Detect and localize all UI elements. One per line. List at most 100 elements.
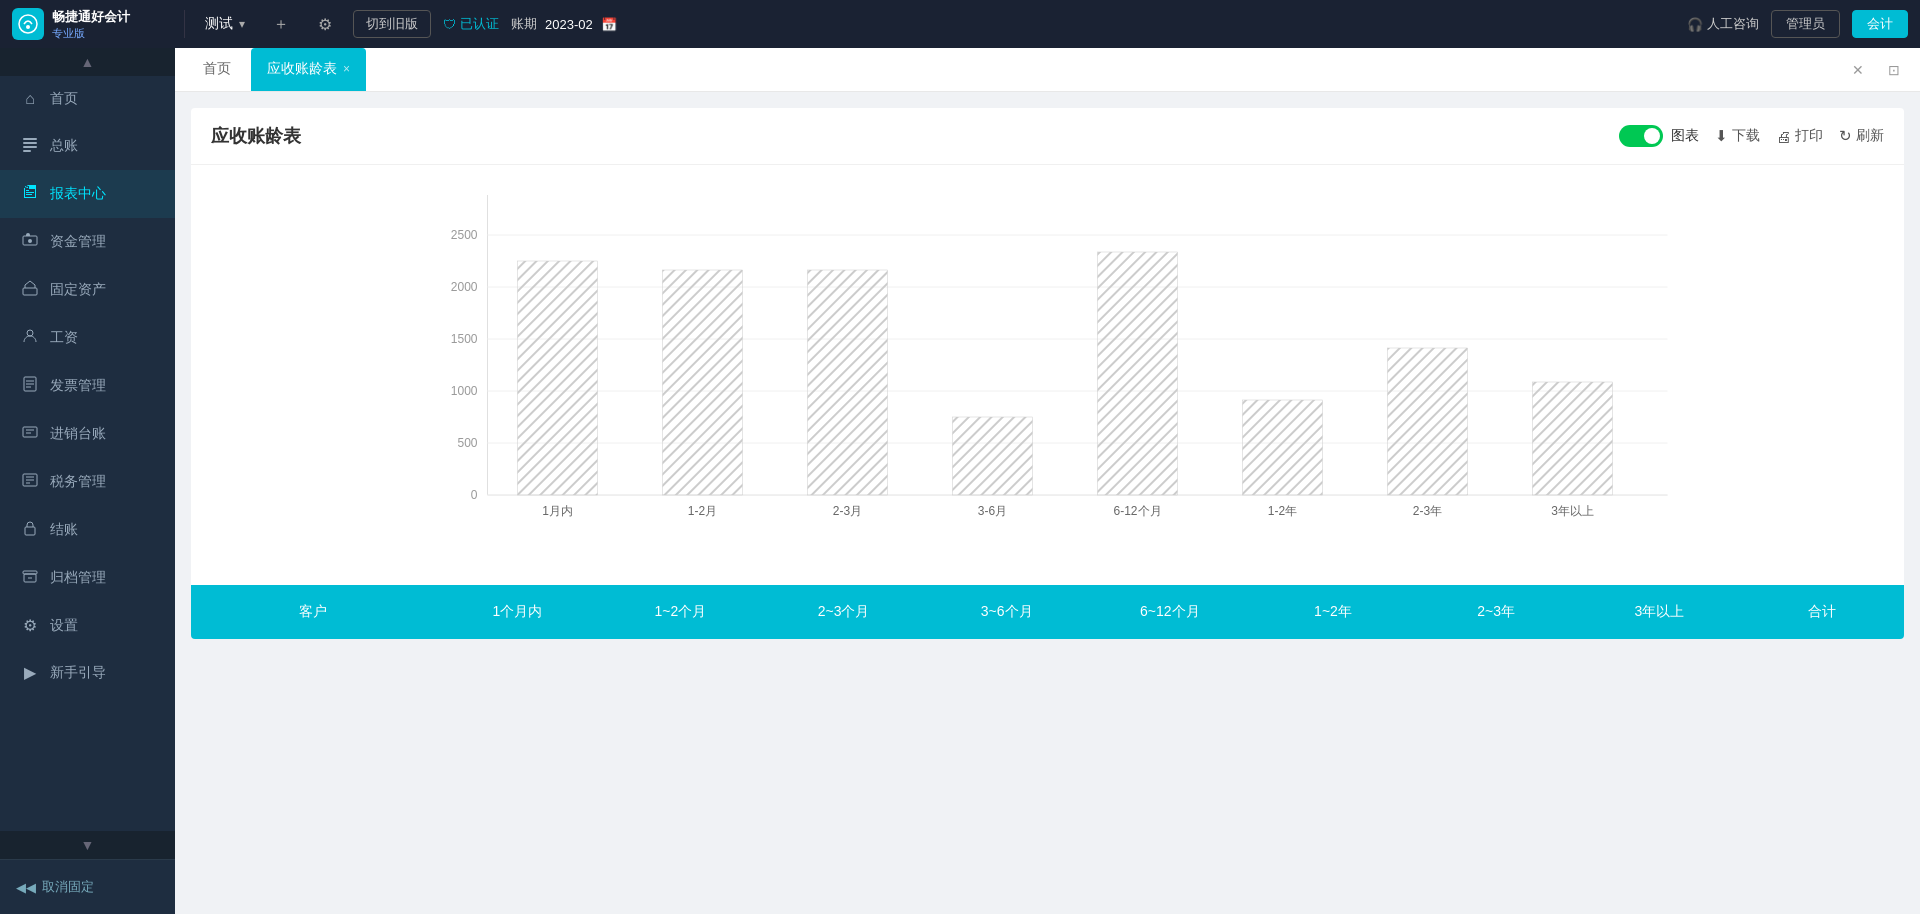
print-icon: 🖨 — [1776, 128, 1791, 145]
svg-rect-3 — [23, 142, 37, 144]
sidebar-item-label: 发票管理 — [50, 377, 106, 395]
headset-icon: 🎧 — [1687, 17, 1703, 32]
scroll-down-button[interactable]: ▼ — [0, 831, 175, 859]
sidebar-item-label: 工资 — [50, 329, 78, 347]
settings-icon[interactable]: ⚙ — [309, 8, 341, 40]
service-button[interactable]: 🎧 人工咨询 — [1687, 15, 1759, 33]
sidebar-item-salary[interactable]: 工资 — [0, 314, 175, 362]
svg-rect-37 — [953, 417, 1033, 495]
sidebar-item-tax[interactable]: 税务管理 — [0, 458, 175, 506]
download-button[interactable]: ⬇ 下载 — [1715, 127, 1760, 145]
svg-rect-8 — [23, 288, 37, 295]
sidebar-bottom: ◀◀ 取消固定 — [0, 859, 175, 914]
svg-rect-31 — [518, 261, 598, 495]
report-header: 应收账龄表 图表 ⬇ 下载 🖨 — [191, 108, 1904, 165]
salary-icon — [20, 328, 40, 348]
tab-receivable-aging[interactable]: 应收账龄表 × — [251, 48, 366, 91]
sidebar-item-label: 设置 — [50, 617, 78, 635]
svg-text:2-3年: 2-3年 — [1413, 504, 1442, 518]
sidebar-item-label: 新手引导 — [50, 664, 106, 682]
svg-text:1-2月: 1-2月 — [688, 504, 717, 518]
col-header-6-12month: 6~12个月 — [1088, 585, 1251, 639]
archive-icon — [20, 568, 40, 588]
col-header-3-6month: 3~6个月 — [925, 585, 1088, 639]
svg-text:500: 500 — [457, 436, 477, 450]
svg-text:1-2年: 1-2年 — [1268, 504, 1297, 518]
logo-icon — [12, 8, 44, 40]
sidebar-item-label: 首页 — [50, 90, 78, 108]
col-header-1-2month: 1~2个月 — [599, 585, 762, 639]
svg-rect-5 — [23, 150, 31, 152]
sidebar-item-report[interactable]: 报表中心 — [0, 170, 175, 218]
svg-rect-43 — [1388, 348, 1468, 495]
svg-text:3-6月: 3-6月 — [978, 504, 1007, 518]
main-layout: ▲ ⌂ 首页 总账 报表中心 资金管 — [0, 48, 1920, 914]
tab-close-icon[interactable]: × — [343, 62, 350, 76]
svg-rect-4 — [23, 146, 37, 148]
sidebar-item-ledger[interactable]: 总账 — [0, 122, 175, 170]
refresh-button[interactable]: ↻ 刷新 — [1839, 127, 1884, 145]
calendar-icon[interactable]: 📅 — [601, 17, 617, 32]
sidebar-item-fixed-assets[interactable]: 固定资产 — [0, 266, 175, 314]
page-content: 应收账龄表 图表 ⬇ 下载 🖨 — [175, 92, 1920, 914]
manager-button[interactable]: 管理员 — [1771, 10, 1840, 38]
assets-icon — [20, 280, 40, 300]
sidebar-item-closing[interactable]: 结账 — [0, 506, 175, 554]
cancel-fixed-button[interactable]: ◀◀ 取消固定 — [0, 868, 175, 906]
sidebar-item-label: 报表中心 — [50, 185, 106, 203]
svg-text:1月内: 1月内 — [542, 504, 573, 518]
bar-chart: 0 500 1000 1500 2000 2500 — [211, 185, 1884, 565]
old-version-button[interactable]: 切到旧版 — [353, 10, 431, 38]
refresh-icon: ↻ — [1839, 127, 1852, 145]
tab-home[interactable]: 首页 — [187, 48, 247, 91]
guide-icon: ▶ — [20, 663, 40, 682]
col-header-3year-plus: 3年以上 — [1578, 585, 1741, 639]
sidebar-item-home[interactable]: ⌂ 首页 — [0, 76, 175, 122]
content-area: 首页 应收账龄表 × ✕ ⊡ 应收账龄表 — [175, 48, 1920, 914]
sidebar-item-invoice[interactable]: 发票管理 — [0, 362, 175, 410]
svg-rect-2 — [23, 138, 37, 140]
logo-text: 畅捷通好会计 专业版 — [52, 8, 130, 41]
svg-text:2-3月: 2-3月 — [833, 504, 862, 518]
sidebar-item-settings[interactable]: ⚙ 设置 — [0, 602, 175, 649]
col-header-total: 合计 — [1741, 585, 1904, 639]
tab-bar: 首页 应收账龄表 × ✕ ⊡ — [175, 48, 1920, 92]
accountant-button[interactable]: 会计 — [1852, 10, 1908, 38]
pin-icon: ◀◀ — [16, 880, 36, 895]
chart-toggle[interactable] — [1619, 125, 1663, 147]
add-button[interactable]: ＋ — [265, 8, 297, 40]
sidebar-item-purchase[interactable]: 进销台账 — [0, 410, 175, 458]
svg-rect-35 — [808, 270, 888, 495]
svg-rect-45 — [1533, 382, 1613, 495]
tab-bar-right: ✕ ⊡ — [1844, 56, 1908, 84]
svg-text:2500: 2500 — [451, 228, 478, 242]
expand-window-button[interactable]: ⊡ — [1880, 56, 1908, 84]
home-icon: ⌂ — [20, 90, 40, 108]
svg-rect-41 — [1243, 400, 1323, 495]
company-selector[interactable]: 测试 ▾ — [197, 11, 253, 37]
sidebar-item-archive[interactable]: 归档管理 — [0, 554, 175, 602]
svg-text:3年以上: 3年以上 — [1551, 504, 1594, 518]
sidebar-item-label: 税务管理 — [50, 473, 106, 491]
report-container: 应收账龄表 图表 ⬇ 下载 🖨 — [191, 108, 1904, 639]
sidebar-item-label: 进销台账 — [50, 425, 106, 443]
svg-text:2000: 2000 — [451, 280, 478, 294]
top-header: 畅捷通好会计 专业版 测试 ▾ ＋ ⚙ 切到旧版 🛡 已认证 账期 2023-0… — [0, 0, 1920, 48]
certified-badge: 🛡 已认证 — [443, 15, 499, 33]
sidebar-item-capital[interactable]: 资金管理 — [0, 218, 175, 266]
company-name: 测试 — [205, 15, 233, 33]
print-button[interactable]: 🖨 打印 — [1776, 127, 1823, 145]
download-icon: ⬇ — [1715, 127, 1728, 145]
scroll-up-button[interactable]: ▲ — [0, 48, 175, 76]
close-window-button[interactable]: ✕ — [1844, 56, 1872, 84]
shield-icon: 🛡 — [443, 17, 456, 32]
header-right: 🎧 人工咨询 管理员 会计 — [1687, 10, 1908, 38]
settings-gear-icon: ⚙ — [20, 616, 40, 635]
svg-rect-13 — [25, 527, 35, 535]
svg-text:1500: 1500 — [451, 332, 478, 346]
purchase-icon — [20, 424, 40, 444]
svg-point-0 — [19, 15, 37, 33]
sidebar-item-guide[interactable]: ▶ 新手引导 — [0, 649, 175, 696]
sidebar-scroll: ⌂ 首页 总账 报表中心 资金管理 — [0, 76, 175, 831]
capital-icon — [20, 232, 40, 252]
